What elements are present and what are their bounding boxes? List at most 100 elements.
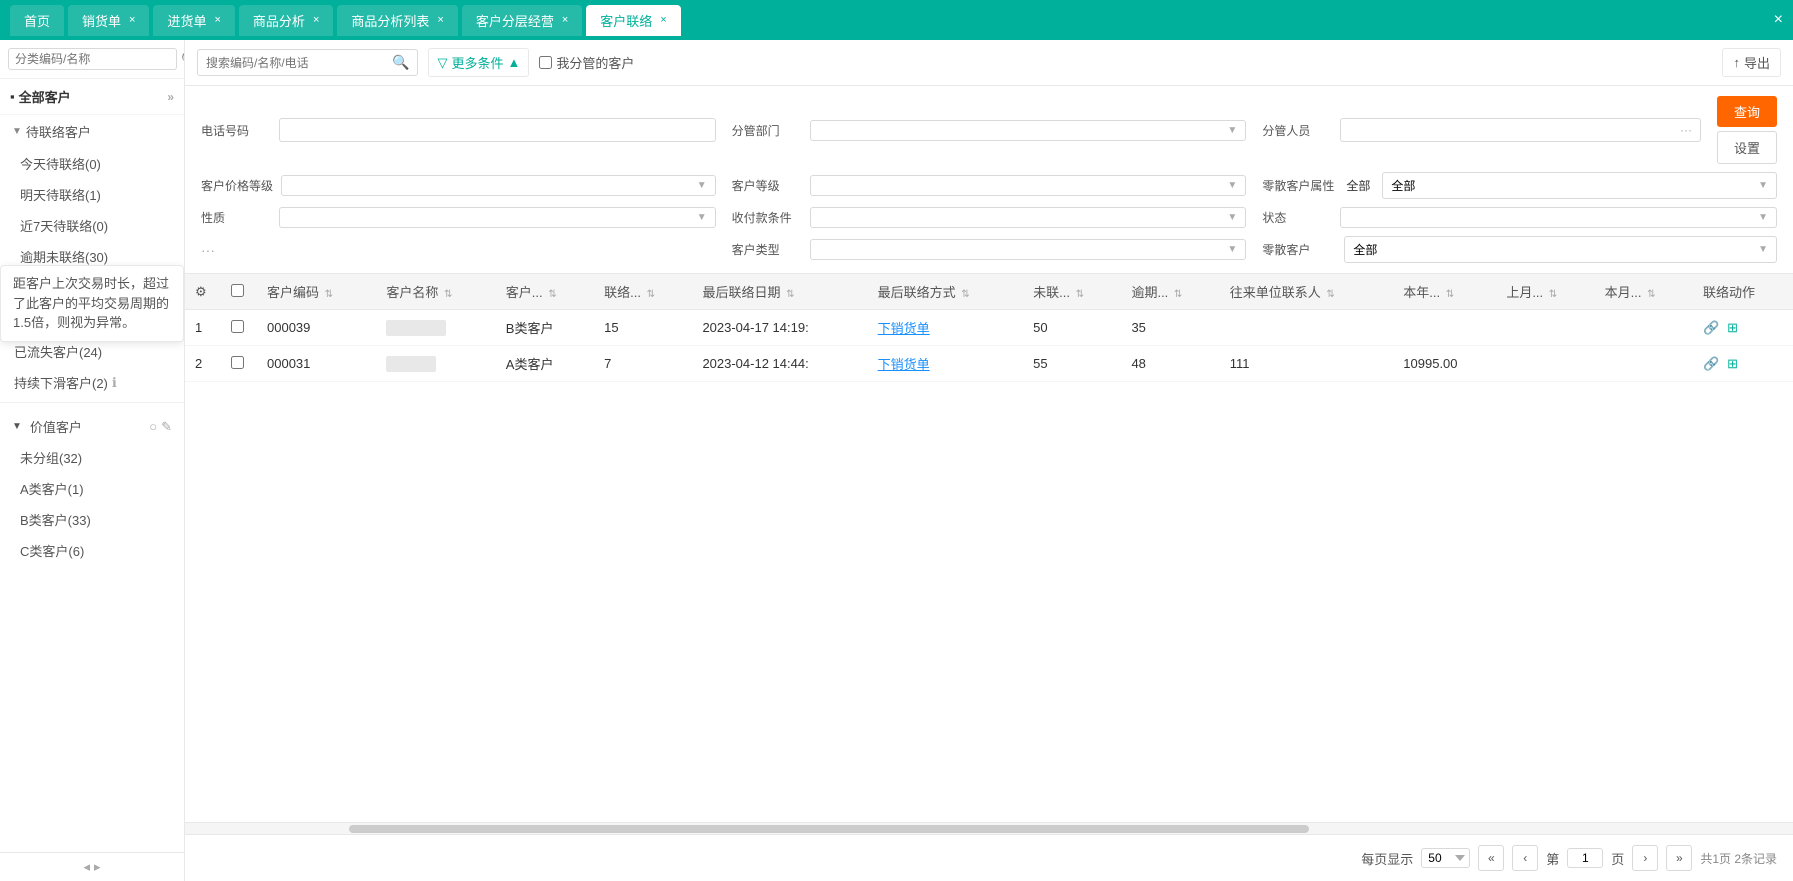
settings-button[interactable]: 设置 — [1717, 131, 1777, 164]
value-customers-header[interactable]: ▼ 价值客户 ○ ✎ — [0, 411, 184, 442]
phone-input[interactable] — [279, 118, 716, 142]
last-month-sort-icon[interactable]: ⇅ — [1549, 289, 1557, 300]
cust-level-label: 客户等级 — [732, 177, 802, 194]
next-page-button[interactable]: › — [1632, 845, 1658, 871]
sidebar-search-icon[interactable]: 🔍 — [181, 51, 185, 68]
select-all-checkbox[interactable] — [231, 284, 244, 297]
nav-product-list[interactable]: 商品分析列表 × — [337, 5, 457, 36]
table-row: 1 000039 B类客户 15 2023-04-17 14:19: 下销货单 — [185, 310, 1793, 346]
table-header-row: ⚙ 客户编码 ⇅ 客户名称 ⇅ — [185, 274, 1793, 310]
th-checkbox — [221, 274, 257, 310]
sidebar-item-tomorrow[interactable]: 明天待联络(1) — [0, 179, 184, 210]
nav-sales[interactable]: 销货单 × — [68, 5, 149, 36]
contacts-sort-icon[interactable]: ⇅ — [1326, 289, 1334, 300]
nav-customer-segment-close[interactable]: × — [562, 14, 568, 26]
nav-customer-contact-close[interactable]: × — [660, 14, 666, 26]
status-label: 状态 — [1262, 209, 1332, 226]
retail-attr-value: 全部 — [1391, 177, 1758, 194]
row1-last-method-link[interactable]: 下销货单 — [878, 321, 930, 336]
nav-product-list-close[interactable]: × — [437, 14, 443, 26]
row2-grid-action[interactable]: ⊞ — [1727, 356, 1738, 372]
settings-icon[interactable]: ⚙ — [195, 284, 207, 299]
contact-sort-icon[interactable]: ⇅ — [647, 289, 655, 300]
all-customers-header[interactable]: ▪ 全部客户 » — [0, 79, 184, 115]
th-level: 客户... ⇅ — [496, 274, 594, 310]
td-contacts-2: 111 — [1220, 346, 1394, 382]
total-records: 共1页 2条记录 — [1700, 850, 1777, 867]
first-page-button[interactable]: « — [1478, 845, 1504, 871]
value-customers-group: ▼ 价值客户 ○ ✎ 未分组(32) A类客户(1) B类客户(33) C类客户… — [0, 407, 184, 570]
prev-page-button[interactable]: ‹ — [1512, 845, 1538, 871]
th-contacts: 往来单位联系人 ⇅ — [1220, 274, 1394, 310]
sidebar-item-c-class[interactable]: C类客户(6) — [0, 535, 184, 566]
sidebar-item-a-class[interactable]: A类客户(1) — [0, 473, 184, 504]
page-number-input[interactable] — [1567, 848, 1603, 868]
chevron-down-icon: ▲ — [507, 55, 520, 70]
th-action: 联络动作 — [1693, 274, 1793, 310]
this-year-sort-icon[interactable]: ⇅ — [1446, 289, 1454, 300]
my-customers-checkbox[interactable] — [539, 56, 552, 69]
advanced-filter: 电话号码 分管部门 ▼ 分管人员 ··· — [185, 86, 1793, 274]
sidebar-item-today[interactable]: 今天待联络(0) — [0, 148, 184, 179]
last-date-sort-icon[interactable]: ⇅ — [786, 289, 794, 300]
sidebar-item-week[interactable]: 近7天待联络(0) — [0, 210, 184, 241]
name-sort-icon[interactable]: ⇅ — [444, 289, 452, 300]
this-month-sort-icon[interactable]: ⇅ — [1647, 289, 1655, 300]
nav-purchase[interactable]: 进货单 × — [153, 5, 234, 36]
no-contact-sort-icon[interactable]: ⇅ — [1076, 289, 1084, 300]
sidebar-item-ungroup[interactable]: 未分组(32) — [0, 442, 184, 473]
nav-product-analysis[interactable]: 商品分析 × — [239, 5, 333, 36]
td-this-month-1 — [1595, 310, 1693, 346]
horizontal-scrollbar[interactable] — [185, 822, 1793, 834]
td-check-2 — [221, 346, 257, 382]
sidebar-collapse-button[interactable]: » — [167, 90, 174, 104]
last-method-sort-icon[interactable]: ⇅ — [961, 289, 969, 300]
sidebar-search-input[interactable] — [8, 48, 177, 70]
sidebar-bottom: ◂▸ — [0, 852, 184, 881]
row1-grid-action[interactable]: ⊞ — [1727, 320, 1738, 336]
value-circle-icon[interactable]: ○ — [149, 419, 157, 435]
search-icon[interactable]: 🔍 — [392, 54, 409, 71]
value-edit-icon[interactable]: ✎ — [161, 419, 172, 435]
sidebar-item-b-class[interactable]: B类客户(33) — [0, 504, 184, 535]
all-customers-icon: ▪ — [10, 89, 15, 104]
export-icon: ↑ — [1733, 55, 1740, 70]
nav-home[interactable]: 首页 — [10, 5, 64, 36]
top-navigation: 首页 销货单 × 进货单 × 商品分析 × 商品分析列表 × 客户分层经营 × … — [0, 0, 1793, 40]
nav-customer-contact[interactable]: 客户联络 × — [586, 5, 680, 36]
search-input[interactable] — [206, 56, 386, 70]
td-last-date-2: 2023-04-12 14:44: — [692, 346, 867, 382]
value-arrow: ▼ — [12, 421, 22, 432]
sidebar-resize-handle[interactable]: ◂▸ — [83, 859, 100, 875]
row2-link-action[interactable]: 🔗 — [1703, 356, 1719, 372]
repurchase-tooltip: 距客户上次交易时长，超过了此客户的平均交易周期的1.5倍，则视为异常。 — [0, 265, 184, 342]
more-conditions-button[interactable]: ▽ 更多条件 ▲ — [428, 48, 529, 77]
pending-contact-title[interactable]: ▼ 待联络客户 — [0, 115, 184, 148]
row2-last-method-link[interactable]: 下销货单 — [878, 357, 930, 372]
th-this-month: 本月... ⇅ — [1595, 274, 1693, 310]
per-page-select[interactable]: 50 20 100 — [1421, 848, 1470, 868]
td-last-method-2: 下销货单 — [868, 346, 1023, 382]
code-sort-icon[interactable]: ⇅ — [325, 289, 333, 300]
scrollbar-thumb[interactable] — [349, 825, 1309, 833]
query-button[interactable]: 查询 — [1717, 96, 1777, 127]
nav-purchase-close[interactable]: × — [214, 14, 220, 26]
row1-link-action[interactable]: 🔗 — [1703, 320, 1719, 336]
row1-checkbox[interactable] — [231, 320, 244, 333]
nav-sales-close[interactable]: × — [129, 14, 135, 26]
export-button[interactable]: ↑ 导出 — [1722, 48, 1781, 77]
overdue-sort-icon[interactable]: ⇅ — [1174, 289, 1182, 300]
close-app-button[interactable]: × — [1774, 11, 1783, 29]
retail-attr-arrow: ▼ — [1758, 180, 1768, 191]
row2-checkbox[interactable] — [231, 356, 244, 369]
level-sort-icon[interactable]: ⇅ — [548, 289, 556, 300]
th-overdue: 逾期... ⇅ — [1121, 274, 1219, 310]
table-row: 2 000031 A类客户 7 2023-04-12 14:44: 下销货单 — [185, 346, 1793, 382]
sidebar-item-declining[interactable]: 持续下滑客户(2) ℹ — [0, 367, 184, 398]
last-page-button[interactable]: » — [1666, 845, 1692, 871]
nav-customer-segment[interactable]: 客户分层经营 × — [462, 5, 582, 36]
main-layout: 🔍 ▪ 全部客户 » ▼ 待联络客户 今天待联络(0) 明天待联络(1) 近7天… — [0, 40, 1793, 881]
nav-product-analysis-close[interactable]: × — [313, 14, 319, 26]
td-num-2: 2 — [185, 346, 221, 382]
price-level-label: 客户价格等级 — [201, 177, 273, 194]
